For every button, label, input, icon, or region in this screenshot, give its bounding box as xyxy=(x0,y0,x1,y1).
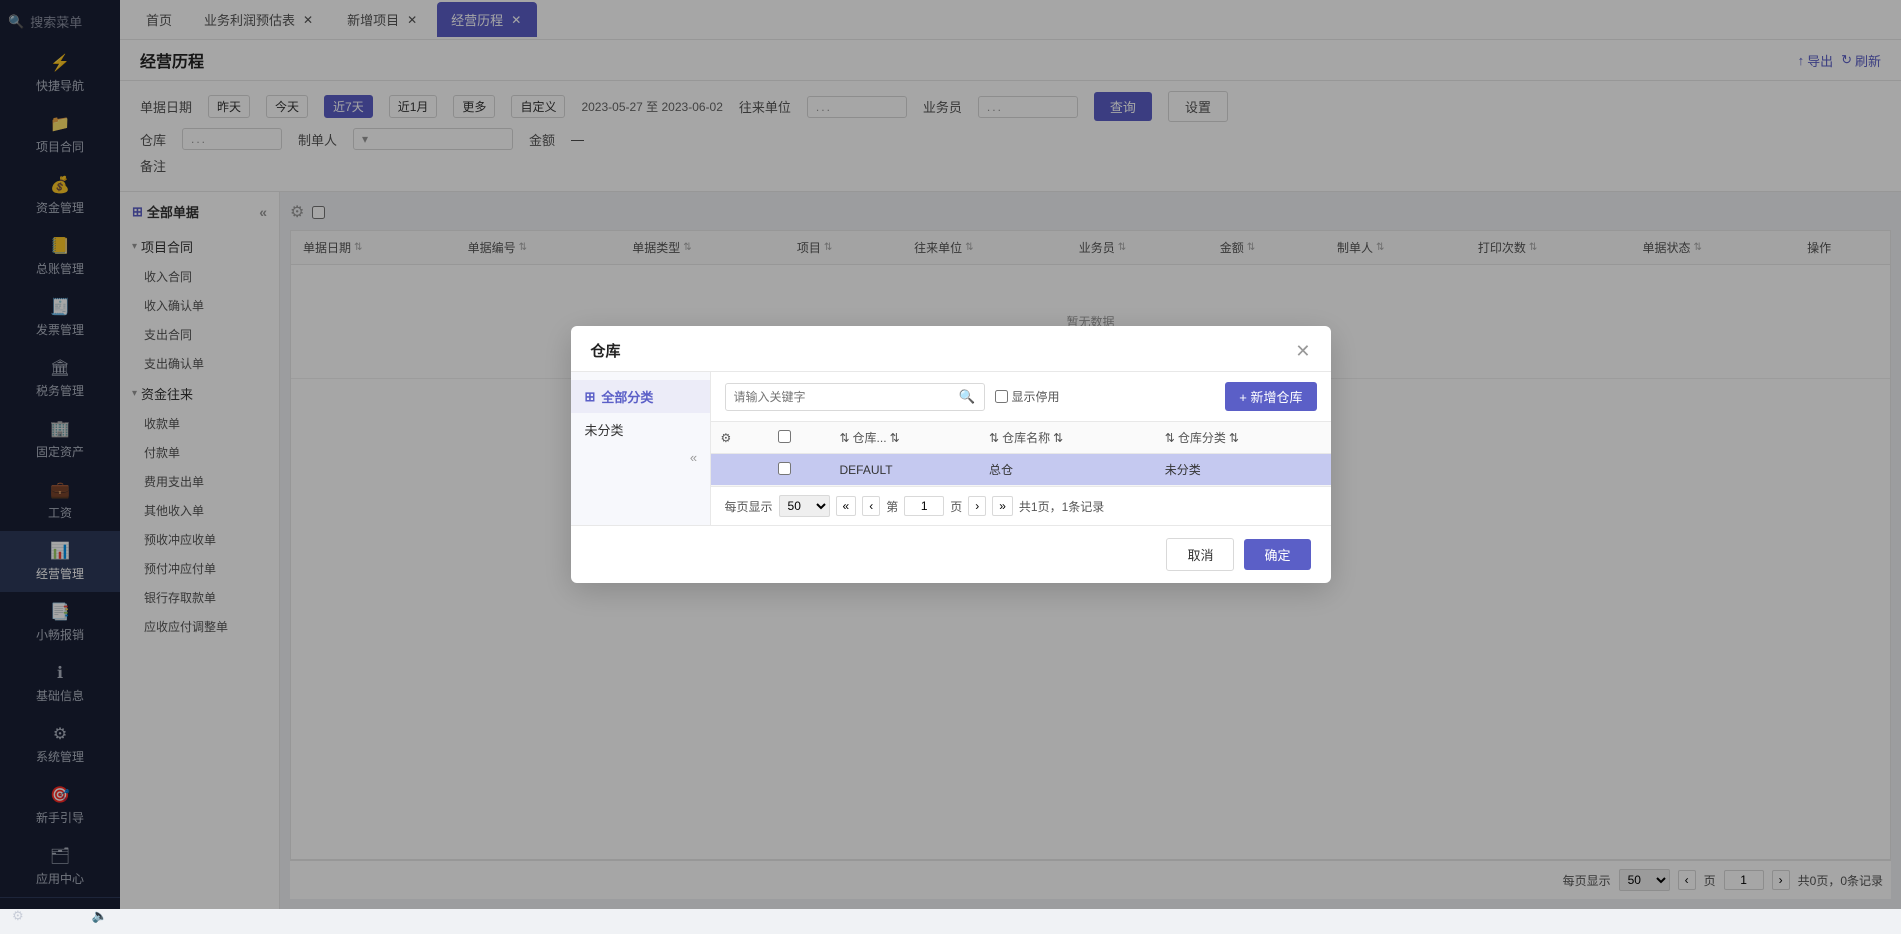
modal-first-page[interactable]: « xyxy=(836,496,857,516)
modal-search-bar: 🔍 xyxy=(725,383,985,411)
row-category: 未分类 xyxy=(1155,454,1331,486)
show-disabled-input[interactable] xyxy=(995,390,1008,403)
grid-icon2: ⊞ xyxy=(585,389,596,405)
sort-icon-name: ⇅ xyxy=(989,431,999,445)
warehouse-modal: 仓库 ✕ ⊞ 全部分类 未分类 « xyxy=(571,326,1331,583)
modal-search-button[interactable]: 🔍 xyxy=(951,384,984,410)
modal-select-all[interactable] xyxy=(778,430,791,443)
audio-icon[interactable]: 🔈 xyxy=(92,908,108,924)
modal-table: ⚙ ⇅ 仓库... ⇅ xyxy=(711,422,1331,486)
modal-total-info: 共1页，1条记录 xyxy=(1019,498,1104,515)
modal-per-page-label: 每页显示 xyxy=(725,498,773,515)
row-name: 总仓 xyxy=(979,454,1155,486)
settings-icon[interactable]: ⚙ xyxy=(12,908,24,924)
sort-icon-code: ⇅ xyxy=(839,431,849,445)
modal-left-panel: ⊞ 全部分类 未分类 « xyxy=(571,372,711,525)
modal-pagination: 每页显示 50 100 « ‹ 第 页 › » 共1页，1条记录 xyxy=(725,495,1105,517)
uncategorized-label: 未分类 xyxy=(585,420,624,439)
modal-close-button[interactable]: ✕ xyxy=(1295,342,1310,360)
modal-next-page[interactable]: › xyxy=(968,496,986,516)
show-disabled-label: 显示停用 xyxy=(1012,388,1060,405)
add-warehouse-button[interactable]: + 新增仓库 xyxy=(1225,382,1316,411)
modal-last-page[interactable]: » xyxy=(992,496,1013,516)
sort-icon-name2: ⇅ xyxy=(1053,431,1063,445)
modal-page-input[interactable] xyxy=(904,496,944,516)
modal-prev-page[interactable]: ‹ xyxy=(862,496,880,516)
modal-left-uncategorized[interactable]: 未分类 xyxy=(571,413,710,446)
modal-footer-bar: 每页显示 50 100 « ‹ 第 页 › » 共1页，1条记录 xyxy=(711,486,1331,525)
confirm-button[interactable]: 确定 xyxy=(1244,539,1310,570)
row-code: DEFAULT xyxy=(829,454,979,486)
warehouse-table-row[interactable]: DEFAULT 总仓 未分类 xyxy=(711,454,1331,486)
sort-icon-category2: ⇅ xyxy=(1229,431,1239,445)
sort-icon-category: ⇅ xyxy=(1165,431,1175,445)
row-check[interactable] xyxy=(778,462,791,475)
show-disabled-checkbox[interactable]: 显示停用 xyxy=(995,388,1060,405)
modal-collapse-icon[interactable]: « xyxy=(684,450,704,465)
modal-col-code: ⇅ 仓库... ⇅ xyxy=(829,422,979,454)
modal-col-settings: ⚙ xyxy=(711,422,768,454)
modal-page-label: 页 xyxy=(950,498,962,515)
modal-actions: 取消 确定 xyxy=(571,525,1331,583)
warehouse-table: ⚙ ⇅ 仓库... ⇅ xyxy=(711,422,1331,486)
modal-col-checkbox xyxy=(768,422,830,454)
modal-search-input[interactable] xyxy=(726,385,951,409)
modal-toolbar: 🔍 显示停用 + 新增仓库 xyxy=(711,372,1331,422)
modal-col-category: ⇅ 仓库分类 ⇅ xyxy=(1155,422,1331,454)
modal-body: ⊞ 全部分类 未分类 « 🔍 xyxy=(571,372,1331,525)
modal-page-label-prefix: 第 xyxy=(886,498,898,515)
modal-header: 仓库 ✕ xyxy=(571,326,1331,372)
row-settings xyxy=(711,454,768,486)
sort-icon-code2: ⇅ xyxy=(890,431,900,445)
modal-left-all-category[interactable]: ⊞ 全部分类 xyxy=(571,380,710,413)
modal-col-name: ⇅ 仓库名称 ⇅ xyxy=(979,422,1155,454)
modal-overlay[interactable]: 仓库 ✕ ⊞ 全部分类 未分类 « xyxy=(0,0,1901,909)
cancel-button[interactable]: 取消 xyxy=(1166,538,1234,571)
row-checkbox xyxy=(768,454,830,486)
modal-title: 仓库 xyxy=(591,340,621,361)
all-category-label: 全部分类 xyxy=(601,387,653,406)
modal-per-page-select[interactable]: 50 100 xyxy=(779,495,830,517)
settings-icon2[interactable]: ⚙ xyxy=(721,431,732,445)
modal-right-panel: 🔍 显示停用 + 新增仓库 ⚙ xyxy=(711,372,1331,525)
